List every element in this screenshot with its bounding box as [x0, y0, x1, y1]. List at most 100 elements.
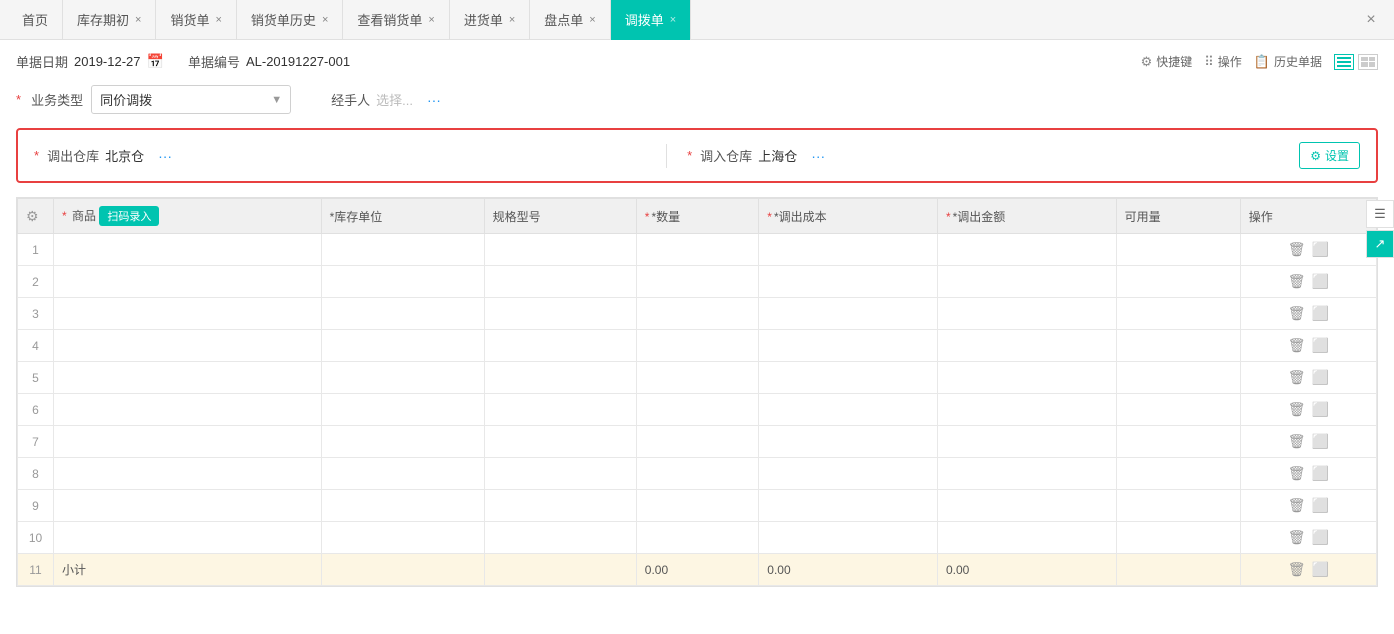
- delete-icon-row-7[interactable]: 🗑: [1288, 433, 1306, 450]
- copy-icon-row-9[interactable]: ⬜: [1312, 497, 1329, 514]
- tab-sales-history[interactable]: 销货单历史 ×: [237, 0, 343, 40]
- tab-view-sales[interactable]: 查看销货单 ×: [343, 0, 449, 40]
- row-2-unit[interactable]: [321, 266, 484, 298]
- row-3-available[interactable]: [1116, 298, 1240, 330]
- copy-icon-row-2[interactable]: ⬜: [1312, 273, 1329, 290]
- person-more-icon[interactable]: ···: [427, 92, 441, 108]
- row-2-available[interactable]: [1116, 266, 1240, 298]
- row-2-product[interactable]: [54, 266, 322, 298]
- row-9-product[interactable]: [54, 490, 322, 522]
- person-select[interactable]: 选择...: [376, 90, 413, 109]
- copy-icon-row-1[interactable]: ⬜: [1312, 241, 1329, 258]
- row-5-unit[interactable]: [321, 362, 484, 394]
- delete-icon-row-6[interactable]: 🗑: [1288, 401, 1306, 418]
- in-warehouse-value[interactable]: 上海仓: [758, 146, 797, 165]
- table-gear-icon[interactable]: ⚙: [26, 208, 39, 224]
- tab-sales[interactable]: 销货单 ×: [156, 0, 236, 40]
- tab-purchase-close[interactable]: ×: [509, 14, 515, 26]
- row-5-cost[interactable]: [759, 362, 938, 394]
- row-6-amount[interactable]: [937, 394, 1116, 426]
- row-3-product[interactable]: [54, 298, 322, 330]
- row-6-unit[interactable]: [321, 394, 484, 426]
- tab-stocktake-close[interactable]: ×: [589, 14, 595, 26]
- row-3-qty[interactable]: [636, 298, 759, 330]
- row-9-unit[interactable]: [321, 490, 484, 522]
- row-5-spec[interactable]: [484, 362, 636, 394]
- row-1-cost[interactable]: [759, 234, 938, 266]
- row-5-product[interactable]: [54, 362, 322, 394]
- row-10-unit[interactable]: [321, 522, 484, 554]
- out-warehouse-value[interactable]: 北京仓: [105, 146, 144, 165]
- row-10-available[interactable]: [1116, 522, 1240, 554]
- row-1-product[interactable]: [54, 234, 322, 266]
- row-2-amount[interactable]: [937, 266, 1116, 298]
- shortcut-button[interactable]: ⚙ 快捷键: [1141, 53, 1193, 70]
- business-type-select[interactable]: 同价调拨 ▼: [91, 85, 291, 114]
- row-9-cost[interactable]: [759, 490, 938, 522]
- delete-icon-row-1[interactable]: 🗑: [1288, 241, 1306, 258]
- tab-transfer-close[interactable]: ×: [670, 14, 676, 26]
- row-8-amount[interactable]: [937, 458, 1116, 490]
- layout-grid-button[interactable]: [1358, 54, 1378, 70]
- delete-icon-row-9[interactable]: 🗑: [1288, 497, 1306, 514]
- row-4-spec[interactable]: [484, 330, 636, 362]
- delete-icon-row-10[interactable]: 🗑: [1288, 529, 1306, 546]
- row-6-qty[interactable]: [636, 394, 759, 426]
- row-8-available[interactable]: [1116, 458, 1240, 490]
- delete-icon-row-2[interactable]: 🗑: [1288, 273, 1306, 290]
- row-5-available[interactable]: [1116, 362, 1240, 394]
- row-2-cost[interactable]: [759, 266, 938, 298]
- row-3-unit[interactable]: [321, 298, 484, 330]
- row-8-unit[interactable]: [321, 458, 484, 490]
- tab-stocktake[interactable]: 盘点单 ×: [530, 0, 610, 40]
- delete-icon-row-3[interactable]: 🗑: [1288, 305, 1306, 322]
- row-7-unit[interactable]: [321, 426, 484, 458]
- row-8-qty[interactable]: [636, 458, 759, 490]
- copy-icon-row-3[interactable]: ⬜: [1312, 305, 1329, 322]
- tab-inventory-init[interactable]: 库存期初 ×: [63, 0, 156, 40]
- operation-button[interactable]: ⠿ 操作: [1204, 53, 1242, 70]
- row-7-available[interactable]: [1116, 426, 1240, 458]
- row-10-cost[interactable]: [759, 522, 938, 554]
- row-10-product[interactable]: [54, 522, 322, 554]
- delete-icon-row-5[interactable]: 🗑: [1288, 369, 1306, 386]
- row-8-product[interactable]: [54, 458, 322, 490]
- row-4-unit[interactable]: [321, 330, 484, 362]
- row-9-spec[interactable]: [484, 490, 636, 522]
- row-4-amount[interactable]: [937, 330, 1116, 362]
- in-warehouse-more-icon[interactable]: ···: [811, 148, 825, 164]
- row-5-qty[interactable]: [636, 362, 759, 394]
- tab-inventory-init-close[interactable]: ×: [135, 14, 141, 26]
- row-11-product[interactable]: 小计: [54, 554, 322, 586]
- row-11-unit[interactable]: [321, 554, 484, 586]
- copy-icon-row-8[interactable]: ⬜: [1312, 465, 1329, 482]
- row-1-unit[interactable]: [321, 234, 484, 266]
- row-1-available[interactable]: [1116, 234, 1240, 266]
- row-2-spec[interactable]: [484, 266, 636, 298]
- row-7-cost[interactable]: [759, 426, 938, 458]
- row-7-amount[interactable]: [937, 426, 1116, 458]
- row-2-qty[interactable]: [636, 266, 759, 298]
- row-4-cost[interactable]: [759, 330, 938, 362]
- row-10-spec[interactable]: [484, 522, 636, 554]
- row-6-available[interactable]: [1116, 394, 1240, 426]
- row-4-available[interactable]: [1116, 330, 1240, 362]
- row-3-spec[interactable]: [484, 298, 636, 330]
- delete-icon-row-8[interactable]: 🗑: [1288, 465, 1306, 482]
- row-11-cost[interactable]: 0.00: [759, 554, 938, 586]
- row-4-qty[interactable]: [636, 330, 759, 362]
- row-4-product[interactable]: [54, 330, 322, 362]
- row-8-cost[interactable]: [759, 458, 938, 490]
- copy-icon-row-4[interactable]: ⬜: [1312, 337, 1329, 354]
- calendar-icon[interactable]: 📅: [147, 53, 164, 70]
- tab-view-sales-close[interactable]: ×: [428, 14, 434, 26]
- row-5-amount[interactable]: [937, 362, 1116, 394]
- out-warehouse-more-icon[interactable]: ···: [158, 148, 172, 164]
- copy-icon-row-6[interactable]: ⬜: [1312, 401, 1329, 418]
- window-close-button[interactable]: ×: [1356, 5, 1386, 35]
- row-7-product[interactable]: [54, 426, 322, 458]
- tab-purchase[interactable]: 进货单 ×: [450, 0, 530, 40]
- history-button[interactable]: 📋 历史单据: [1254, 53, 1322, 70]
- row-9-qty[interactable]: [636, 490, 759, 522]
- scan-entry-button[interactable]: 扫码录入: [99, 206, 159, 226]
